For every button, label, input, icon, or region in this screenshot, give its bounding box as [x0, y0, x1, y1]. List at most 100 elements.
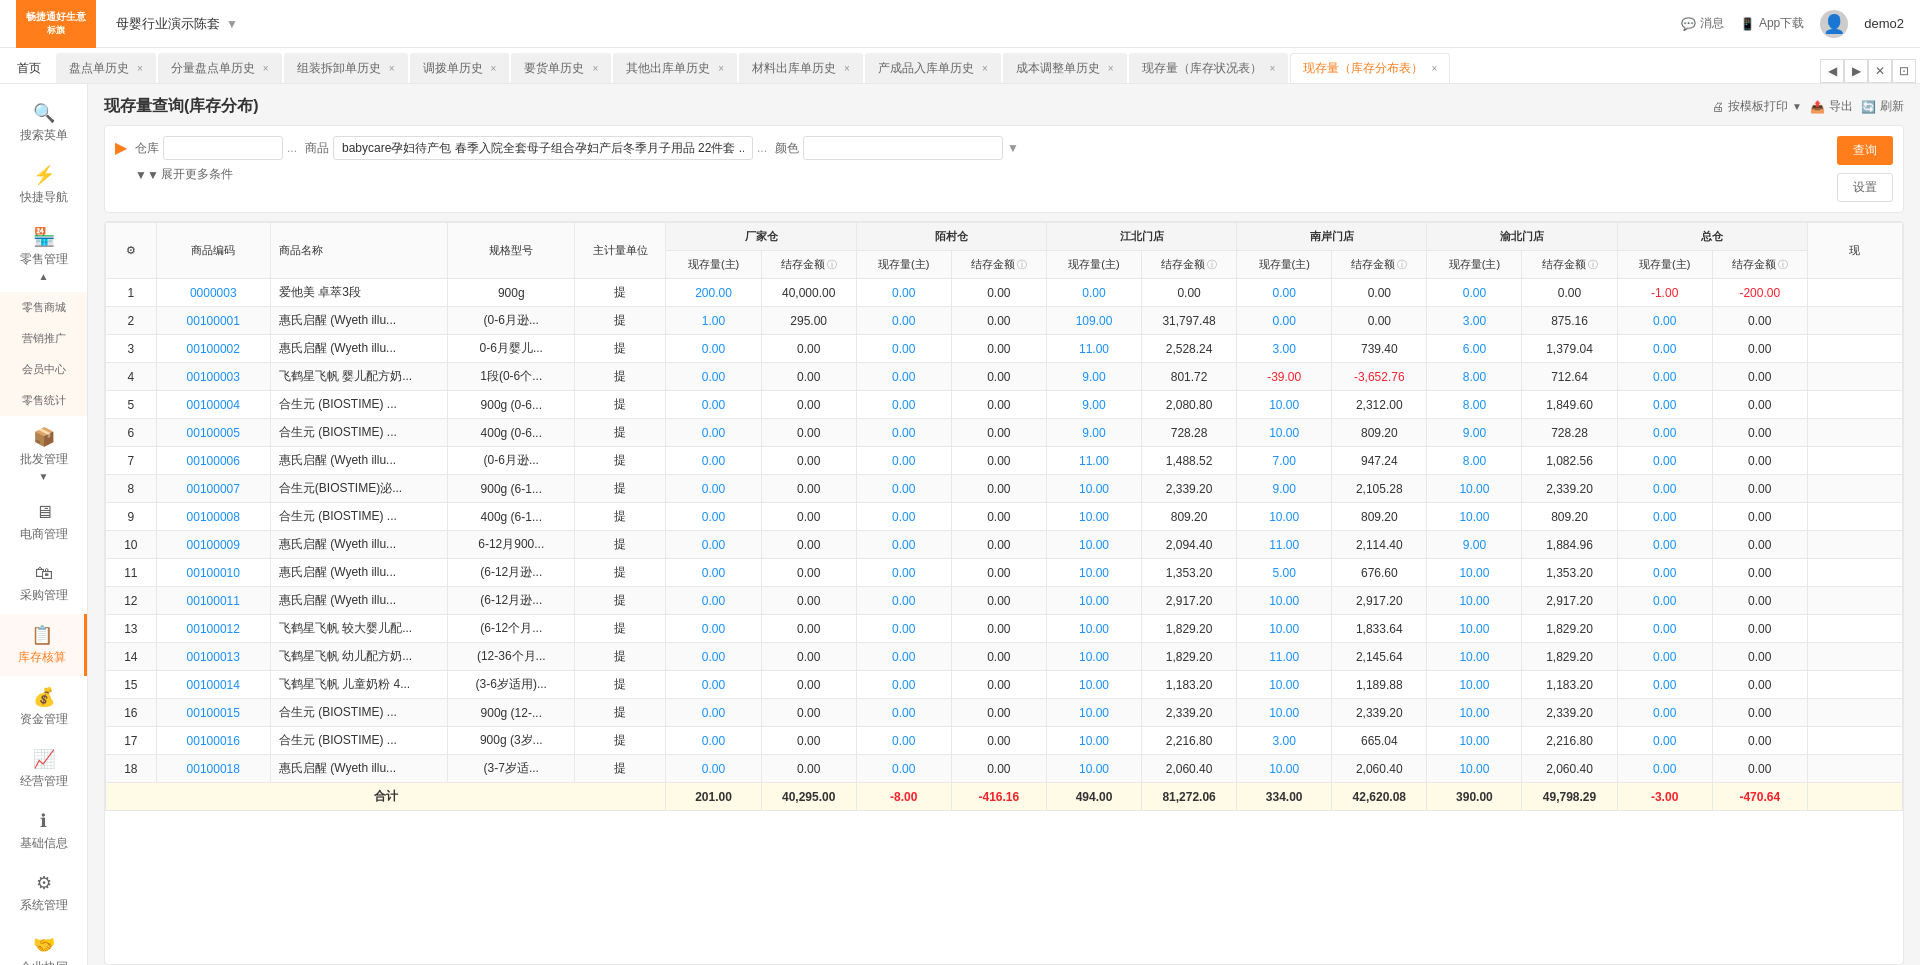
- sidebar-item-system[interactable]: ⚙ 系统管理: [0, 862, 87, 924]
- sidebar-item-inventory[interactable]: 📋 库存核算: [0, 614, 87, 676]
- cell-t-amt: 0.00: [1712, 391, 1807, 419]
- cell-c5-qty: 10.00: [1427, 503, 1522, 531]
- tab-10-close[interactable]: ×: [1270, 63, 1276, 74]
- tab-2-close[interactable]: ×: [263, 63, 269, 74]
- tab-4[interactable]: 调拨单历史 ×: [410, 53, 510, 83]
- expand-btn[interactable]: ▼▼ 展开更多条件: [135, 166, 1829, 183]
- tab-active-close[interactable]: ×: [1431, 63, 1437, 74]
- cell-c3-qty: 10.00: [1046, 475, 1141, 503]
- cell-c1-qty: 0.00: [666, 363, 761, 391]
- sidebar-system-label: 系统管理: [20, 897, 68, 914]
- tab-2[interactable]: 分量盘点单历史 ×: [158, 53, 282, 83]
- settings-icon[interactable]: ⚙: [126, 244, 136, 256]
- tab-7-close[interactable]: ×: [844, 63, 850, 74]
- cell-t-amt: 0.00: [1712, 363, 1807, 391]
- sidebar-sub-member[interactable]: 会员中心: [0, 354, 87, 385]
- sidebar-sub-stats[interactable]: 零售统计: [0, 385, 87, 416]
- cell-spec: (6-12月逊...: [448, 587, 575, 615]
- tab-home[interactable]: 首页: [4, 53, 54, 83]
- tab-6-close[interactable]: ×: [718, 63, 724, 74]
- tab-6[interactable]: 其他出库单历史 ×: [613, 53, 737, 83]
- tab-9[interactable]: 成本调整单历史 ×: [1003, 53, 1127, 83]
- tab-5-close[interactable]: ×: [592, 63, 598, 74]
- filter-toggle-arrow[interactable]: ▶: [115, 138, 127, 157]
- tab-3-close[interactable]: ×: [389, 63, 395, 74]
- cell-unit: 提: [575, 419, 666, 447]
- message-btn[interactable]: 💬 消息: [1681, 15, 1724, 32]
- cell-current: [1807, 419, 1902, 447]
- summary-t-amt: -470.64: [1712, 783, 1807, 811]
- cell-code: 00100003: [156, 363, 270, 391]
- cell-c5-amt: 1,884.96: [1522, 531, 1617, 559]
- cell-c4-qty: 0.00: [1237, 307, 1332, 335]
- query-button[interactable]: 查询: [1837, 136, 1893, 165]
- c1-amt-info[interactable]: ⓘ: [827, 259, 837, 270]
- c3-amt-info[interactable]: ⓘ: [1207, 259, 1217, 270]
- tab-active[interactable]: 现存量（库存分布表） ×: [1290, 53, 1450, 83]
- sidebar-item-retail[interactable]: 🏪 零售管理 ▲: [0, 216, 87, 292]
- cell-c1-amt: 0.00: [761, 615, 856, 643]
- export-btn[interactable]: 📤 导出: [1810, 98, 1853, 115]
- tab-1-close[interactable]: ×: [137, 63, 143, 74]
- tab-close-btn[interactable]: ✕: [1868, 59, 1892, 83]
- tab-10[interactable]: 现存量（库存状况表） ×: [1129, 53, 1289, 83]
- cell-c5-qty: 10.00: [1427, 587, 1522, 615]
- sidebar-item-collab[interactable]: 🤝 企业协同: [0, 924, 87, 965]
- tab-expand-btn[interactable]: ⊡: [1892, 59, 1916, 83]
- c5-amt-info[interactable]: ⓘ: [1588, 259, 1598, 270]
- sidebar-item-base[interactable]: ℹ 基础信息: [0, 800, 87, 862]
- app-download-btn[interactable]: 📱 App下载: [1740, 15, 1804, 32]
- sidebar-item-purchase[interactable]: 🛍 采购管理: [0, 553, 87, 614]
- system-selector[interactable]: 母婴行业演示陈套 ▼: [116, 15, 238, 33]
- cell-c4-amt: 665.04: [1332, 727, 1427, 755]
- cell-c3-qty: 9.00: [1046, 363, 1141, 391]
- tab-4-close[interactable]: ×: [491, 63, 497, 74]
- tab-3[interactable]: 组装拆卸单历史 ×: [284, 53, 408, 83]
- c4-amt-info[interactable]: ⓘ: [1397, 259, 1407, 270]
- sidebar-item-ecommerce[interactable]: 🖥 电商管理: [0, 492, 87, 553]
- sidebar-item-operations[interactable]: 📈 经营管理: [0, 738, 87, 800]
- refresh-btn[interactable]: 🔄 刷新: [1861, 98, 1904, 115]
- cell-code: 00100004: [156, 391, 270, 419]
- tab-7[interactable]: 材料出库单历史 ×: [739, 53, 863, 83]
- tab-8-close[interactable]: ×: [982, 63, 988, 74]
- warehouse-dots[interactable]: ...: [287, 141, 297, 155]
- cell-c5-qty: 8.00: [1427, 363, 1522, 391]
- cell-c3-amt: 809.20: [1142, 503, 1237, 531]
- warehouse-input[interactable]: [163, 136, 283, 160]
- retail-arrow-icon: ▲: [39, 271, 49, 282]
- tab-5[interactable]: 要货单历史 ×: [511, 53, 611, 83]
- sidebar-item-nav[interactable]: ⚡ 快捷导航: [0, 154, 87, 216]
- tab-1-label: 盘点单历史: [69, 60, 129, 77]
- cell-c4-qty: 10.00: [1237, 391, 1332, 419]
- filter-arrow-col: ▶: [115, 136, 135, 157]
- cell-c2-qty: 0.00: [856, 643, 951, 671]
- goods-dots[interactable]: ...: [757, 141, 767, 155]
- sidebar-item-wholesale[interactable]: 📦 批发管理 ▼: [0, 416, 87, 492]
- tab-next-btn[interactable]: ▶: [1844, 59, 1868, 83]
- avatar[interactable]: 👤: [1820, 10, 1848, 38]
- color-dropdown-icon[interactable]: ▼: [1007, 141, 1019, 155]
- c2-amt-info[interactable]: ⓘ: [1017, 259, 1027, 270]
- sidebar-item-search[interactable]: 🔍 搜索英单: [0, 92, 87, 154]
- tab-1[interactable]: 盘点单历史 ×: [56, 53, 156, 83]
- collab-icon: 🤝: [33, 934, 55, 956]
- cell-c1-qty: 0.00: [666, 615, 761, 643]
- color-input[interactable]: [803, 136, 1003, 160]
- cell-c1-qty: 0.00: [666, 559, 761, 587]
- goods-input[interactable]: [333, 136, 753, 160]
- tab-9-close[interactable]: ×: [1108, 63, 1114, 74]
- set-button[interactable]: 设置: [1837, 173, 1893, 202]
- print-btn[interactable]: 🖨 按模板打印 ▼: [1712, 98, 1802, 115]
- t-amt-info[interactable]: ⓘ: [1778, 259, 1788, 270]
- cell-c3-qty: 10.00: [1046, 755, 1141, 783]
- cell-c1-amt: 295.00: [761, 307, 856, 335]
- sidebar-sub-marketing[interactable]: 营销推广: [0, 323, 87, 354]
- summary-row: 合计 201.00 40,295.00 -8.00 -416.16 494.00…: [106, 783, 1903, 811]
- tab-prev-btn[interactable]: ◀: [1820, 59, 1844, 83]
- tab-8[interactable]: 产成品入库单历史 ×: [865, 53, 1001, 83]
- sidebar-item-finance[interactable]: 💰 资金管理: [0, 676, 87, 738]
- sidebar-sub-shop[interactable]: 零售商城: [0, 292, 87, 323]
- cell-no: 14: [106, 643, 157, 671]
- cell-current: [1807, 643, 1902, 671]
